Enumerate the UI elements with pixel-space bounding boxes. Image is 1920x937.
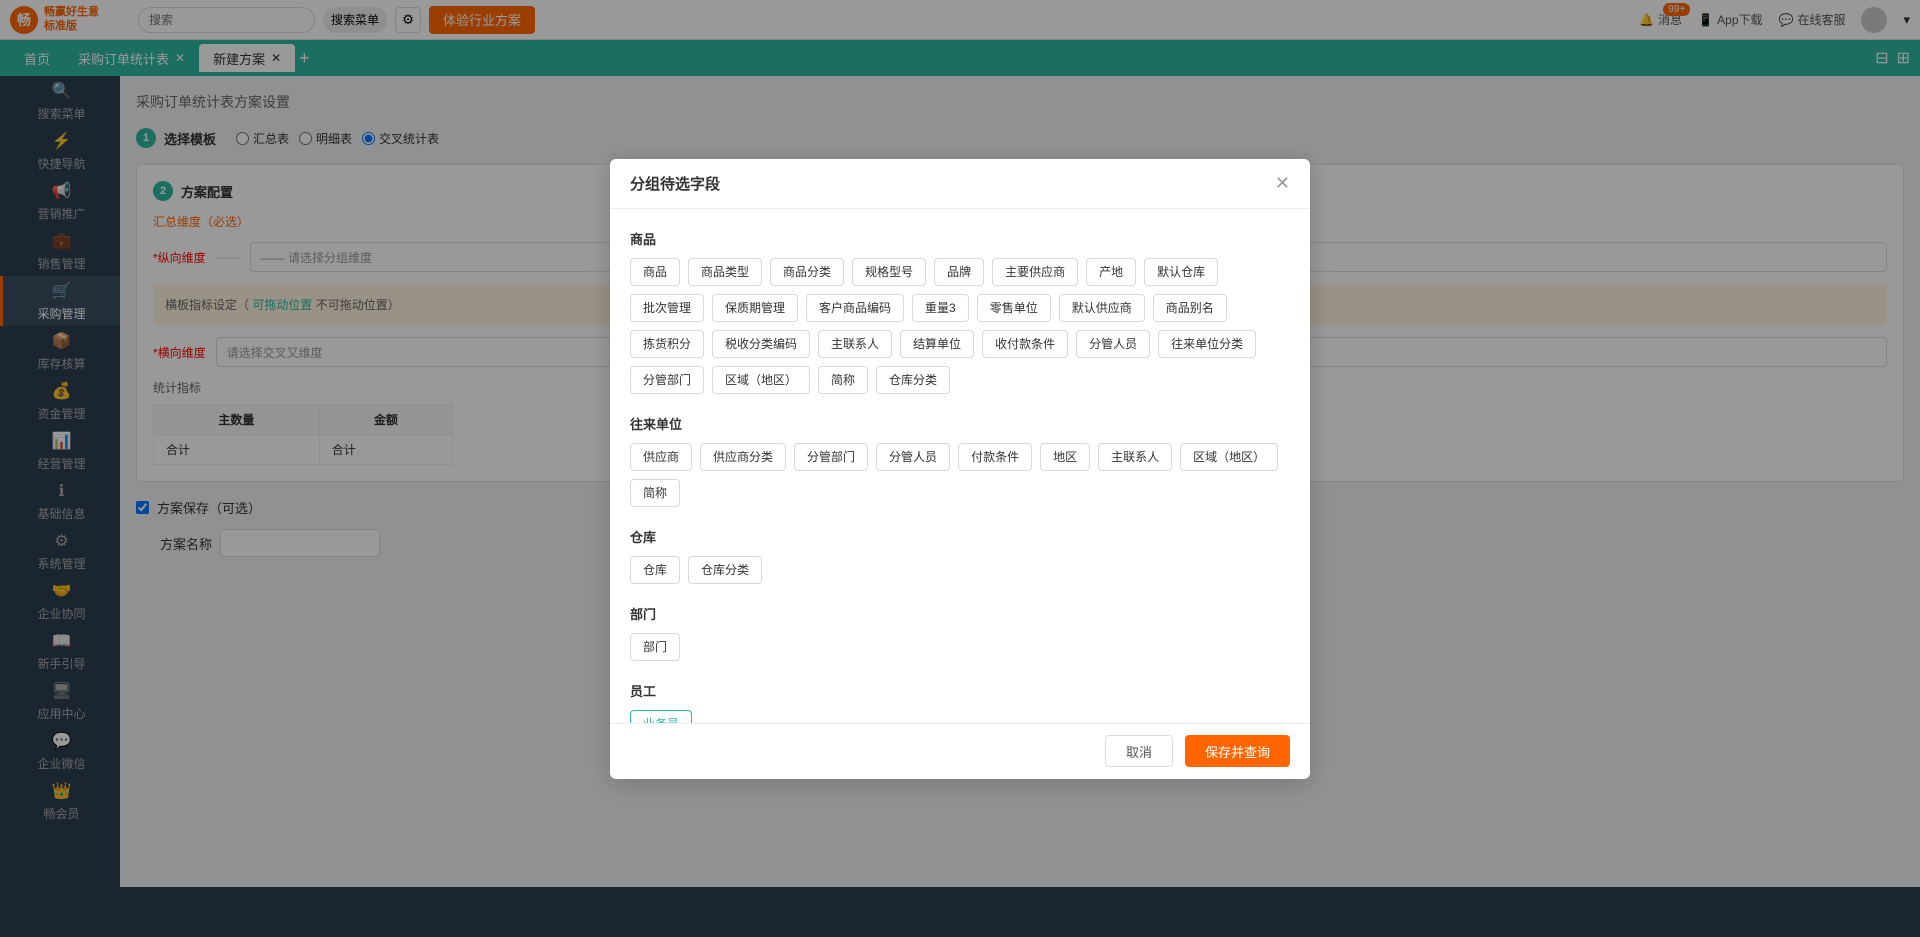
field-group-dept: 部门 部门 [630, 604, 1290, 661]
field-tag-goods-12[interactable]: 零售单位 [977, 294, 1051, 322]
field-tag-goods-8[interactable]: 批次管理 [630, 294, 704, 322]
dialog-header: 分组待选字段 ✕ [610, 159, 1310, 209]
cancel-button[interactable]: 取消 [1105, 735, 1173, 767]
field-tag-goods-5[interactable]: 主要供应商 [992, 258, 1078, 286]
dialog-body: 商品 商品 商品类型 商品分类 规格型号 品牌 主要供应商 产地 默认仓库 批次… [610, 209, 1310, 723]
field-tag-goods-16[interactable]: 税收分类编码 [712, 330, 810, 358]
field-tag-goods-0[interactable]: 商品 [630, 258, 680, 286]
field-tag-goods-20[interactable]: 分管人员 [1076, 330, 1150, 358]
field-tag-partner-7[interactable]: 区域（地区） [1180, 443, 1278, 471]
field-tag-goods-25[interactable]: 仓库分类 [876, 366, 950, 394]
field-tags-goods: 商品 商品类型 商品分类 规格型号 品牌 主要供应商 产地 默认仓库 批次管理 … [630, 258, 1290, 394]
field-group-partner-title: 往来单位 [630, 414, 1290, 433]
field-tag-partner-3[interactable]: 分管人员 [876, 443, 950, 471]
field-tag-goods-6[interactable]: 产地 [1086, 258, 1136, 286]
field-tag-goods-23[interactable]: 区域（地区） [712, 366, 810, 394]
dialog-overlay: 分组待选字段 ✕ 商品 商品 商品类型 商品分类 规格型号 品牌 主要供应商 产… [0, 0, 1920, 937]
dialog-title: 分组待选字段 [630, 173, 720, 194]
field-tag-partner-2[interactable]: 分管部门 [794, 443, 868, 471]
field-tag-goods-9[interactable]: 保质期管理 [712, 294, 798, 322]
field-tag-goods-7[interactable]: 默认仓库 [1144, 258, 1218, 286]
field-tag-goods-19[interactable]: 收付款条件 [982, 330, 1068, 358]
field-tag-partner-6[interactable]: 主联系人 [1098, 443, 1172, 471]
field-tag-goods-2[interactable]: 商品分类 [770, 258, 844, 286]
field-tags-partner: 供应商 供应商分类 分管部门 分管人员 付款条件 地区 主联系人 区域（地区） … [630, 443, 1290, 507]
field-tag-partner-1[interactable]: 供应商分类 [700, 443, 786, 471]
field-tag-goods-24[interactable]: 简称 [818, 366, 868, 394]
field-picker-dialog: 分组待选字段 ✕ 商品 商品 商品类型 商品分类 规格型号 品牌 主要供应商 产… [610, 159, 1310, 779]
field-tags-warehouse: 仓库 仓库分类 [630, 556, 1290, 584]
field-tag-goods-18[interactable]: 结算单位 [900, 330, 974, 358]
field-tag-goods-3[interactable]: 规格型号 [852, 258, 926, 286]
field-tags-employee: 业务员 [630, 710, 1290, 723]
field-tag-partner-4[interactable]: 付款条件 [958, 443, 1032, 471]
field-tag-goods-11[interactable]: 重量3 [912, 294, 969, 322]
field-tag-warehouse-0[interactable]: 仓库 [630, 556, 680, 584]
field-group-warehouse-title: 仓库 [630, 527, 1290, 546]
field-tag-partner-5[interactable]: 地区 [1040, 443, 1090, 471]
field-tag-goods-15[interactable]: 拣货积分 [630, 330, 704, 358]
field-tag-goods-21[interactable]: 往来单位分类 [1158, 330, 1256, 358]
field-tag-partner-0[interactable]: 供应商 [630, 443, 692, 471]
save-query-button[interactable]: 保存并查询 [1185, 735, 1290, 767]
field-group-employee-title: 员工 [630, 681, 1290, 700]
dialog-close-button[interactable]: ✕ [1275, 173, 1290, 194]
field-tag-goods-22[interactable]: 分管部门 [630, 366, 704, 394]
field-group-goods: 商品 商品 商品类型 商品分类 规格型号 品牌 主要供应商 产地 默认仓库 批次… [630, 229, 1290, 394]
field-tag-goods-14[interactable]: 商品别名 [1153, 294, 1227, 322]
field-group-dept-title: 部门 [630, 604, 1290, 623]
field-group-warehouse: 仓库 仓库 仓库分类 [630, 527, 1290, 584]
field-tag-goods-10[interactable]: 客户商品编码 [806, 294, 904, 322]
field-tag-dept-0[interactable]: 部门 [630, 633, 680, 661]
field-tags-dept: 部门 [630, 633, 1290, 661]
field-tag-warehouse-1[interactable]: 仓库分类 [688, 556, 762, 584]
field-tag-goods-13[interactable]: 默认供应商 [1059, 294, 1145, 322]
dialog-footer: 取消 保存并查询 [610, 723, 1310, 779]
field-tag-employee-0[interactable]: 业务员 [630, 710, 692, 723]
field-tag-partner-8[interactable]: 简称 [630, 479, 680, 507]
field-group-goods-title: 商品 [630, 229, 1290, 248]
field-group-partner: 往来单位 供应商 供应商分类 分管部门 分管人员 付款条件 地区 主联系人 区域… [630, 414, 1290, 507]
field-group-employee: 员工 业务员 [630, 681, 1290, 723]
field-tag-goods-4[interactable]: 品牌 [934, 258, 984, 286]
field-tag-goods-1[interactable]: 商品类型 [688, 258, 762, 286]
field-tag-goods-17[interactable]: 主联系人 [818, 330, 892, 358]
